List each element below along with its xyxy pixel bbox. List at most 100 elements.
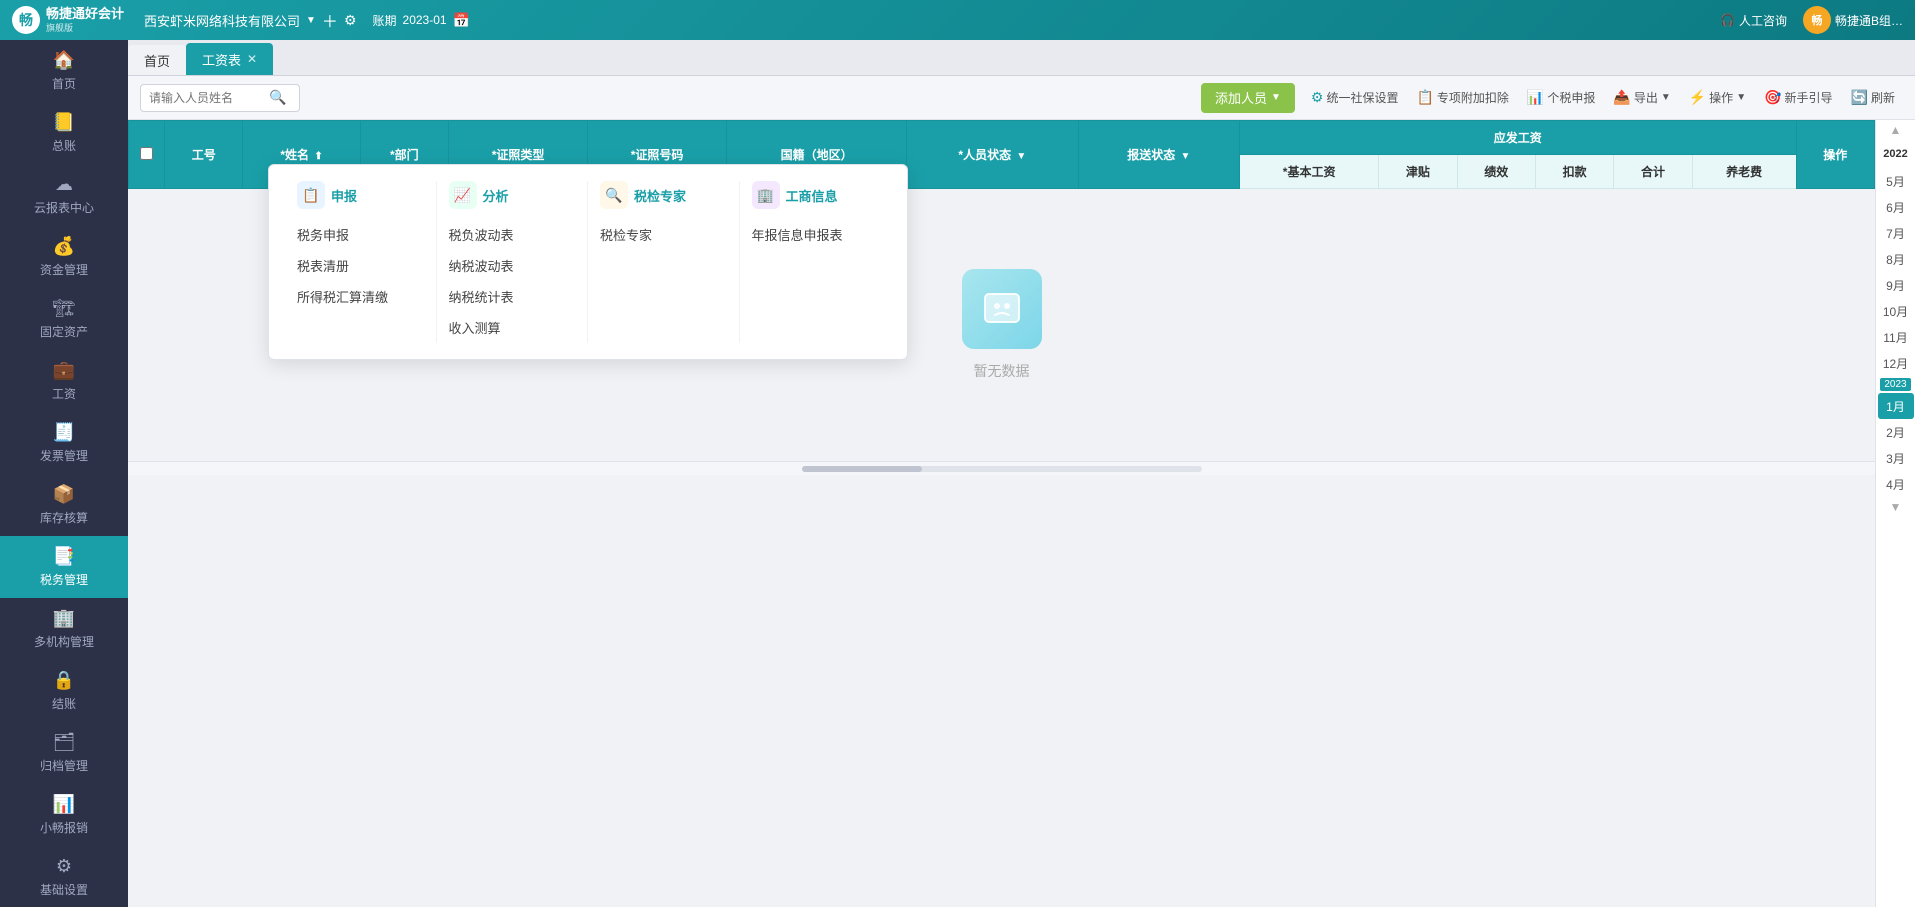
scrollbar-thumb[interactable]	[802, 466, 922, 472]
new-guide-icon: 🎯	[1764, 89, 1781, 106]
month-item-nov[interactable]: 11月	[1878, 324, 1914, 350]
right-panel: ▲ 2022 5月 6月 7月 8月 9月 10月 11月 12月 2023 1…	[1875, 120, 1915, 907]
month-item-aug[interactable]: 8月	[1878, 246, 1914, 272]
search-input[interactable]	[149, 91, 269, 105]
special-deduction-btn[interactable]: 📋 专项附加扣除	[1408, 84, 1516, 112]
dd-item-tax-form[interactable]: 税表清册	[297, 250, 424, 281]
sidebar-item-cloud-report[interactable]: ☁ 云报表中心	[0, 164, 128, 226]
unified-social-label: 统一社保设置	[1326, 89, 1398, 106]
add-person-dropdown-icon: ▼	[1271, 92, 1281, 103]
company-dropdown-arrow[interactable]: ▼	[306, 15, 316, 26]
invoice-icon: 🧾	[53, 422, 75, 443]
service-button[interactable]: 🎧 人工咨询	[1720, 12, 1787, 29]
th-allowance: 津贴	[1379, 155, 1457, 189]
sidebar-label-tax: 税务管理	[40, 571, 88, 588]
tab-bar: 首页 工资表 ✕	[128, 40, 1915, 76]
business-info-section-icon: 🏢	[752, 181, 780, 209]
individual-tax-btn[interactable]: 📊 个税申报	[1519, 84, 1603, 112]
add-person-label: 添加人员	[1215, 88, 1267, 107]
status-filter-icon[interactable]: ▼	[1016, 151, 1026, 162]
operation-label: 操作	[1709, 89, 1733, 106]
unified-social-btn[interactable]: ⚙ 统一社保设置	[1303, 84, 1407, 112]
dd-item-tax-declare[interactable]: 税务申报	[297, 219, 424, 250]
checkbox-all[interactable]	[140, 147, 153, 160]
user-area[interactable]: 畅 畅捷通B组…	[1803, 6, 1903, 34]
horizontal-scrollbar[interactable]	[802, 466, 1202, 472]
sidebar-item-fund[interactable]: 💰 资金管理	[0, 226, 128, 288]
dd-item-income-calc[interactable]: 收入测算	[449, 312, 576, 343]
month-item-apr[interactable]: 4月	[1878, 471, 1914, 497]
sidebar-item-archive[interactable]: 🗂 归档管理	[0, 722, 128, 784]
sidebar-item-invoice[interactable]: 🧾 发票管理	[0, 412, 128, 474]
right-panel-year-2023-badge: 2023	[1880, 378, 1910, 391]
tab-close-icon[interactable]: ✕	[247, 52, 257, 66]
new-guide-btn[interactable]: 🎯 新手引导	[1756, 84, 1840, 112]
month-item-oct[interactable]: 10月	[1878, 298, 1914, 324]
logo-icon: 畅	[12, 6, 40, 34]
month-item-jul[interactable]: 7月	[1878, 220, 1914, 246]
dd-section-analysis: 📈 分析 税负波动表 纳税波动表 纳税统计表 收入测算	[437, 181, 589, 343]
month-item-jan[interactable]: 1月	[1878, 393, 1914, 419]
sidebar-label-multi-org: 多机构管理	[34, 633, 94, 650]
export-btn[interactable]: 📤 导出 ▼	[1605, 84, 1678, 112]
month-item-dec[interactable]: 12月	[1878, 350, 1914, 376]
settings-icon: ⚙	[56, 856, 72, 877]
report-icon: 📊	[53, 794, 75, 815]
add-person-button[interactable]: 添加人员 ▼	[1201, 83, 1295, 113]
th-number: 工号	[165, 121, 243, 189]
month-item-may[interactable]: 5月	[1878, 168, 1914, 194]
dd-item-tax-burden[interactable]: 税负波动表	[449, 219, 576, 250]
sidebar-item-close[interactable]: 🔒 结账	[0, 660, 128, 722]
empty-text: 暂无数据	[974, 361, 1030, 381]
dd-item-tax-payment[interactable]: 纳税波动表	[449, 250, 576, 281]
select-all-checkbox[interactable]	[129, 121, 165, 189]
empty-icon	[962, 269, 1042, 349]
th-salary-group: 应发工资	[1240, 121, 1796, 155]
th-base-salary: *基本工资	[1240, 155, 1379, 189]
add-company-icon[interactable]: ＋	[322, 8, 338, 32]
company-selector[interactable]: 西安虾米网络科技有限公司 ▼ ＋ ⚙	[144, 8, 357, 32]
sidebar-item-ledger[interactable]: 📒 总账	[0, 102, 128, 164]
dd-item-annual-report[interactable]: 年报信息申报表	[752, 219, 880, 250]
company-settings-icon[interactable]: ⚙	[344, 12, 357, 29]
tax-icon: 📑	[53, 546, 75, 567]
sidebar-item-inventory[interactable]: 📦 库存核算	[0, 474, 128, 536]
th-total: 合计	[1614, 155, 1692, 189]
report-status-filter-icon[interactable]: ▼	[1181, 151, 1191, 162]
th-operation: 操作	[1796, 121, 1874, 189]
declare-section-icon: 📋	[297, 181, 325, 209]
tab-home[interactable]: 首页	[128, 45, 186, 75]
operation-btn[interactable]: ⚡ 操作 ▼	[1681, 84, 1754, 112]
right-panel-down-arrow[interactable]: ▼	[1882, 497, 1910, 517]
search-box[interactable]: 🔍	[140, 84, 300, 112]
sidebar-item-report[interactable]: 📊 小畅报销	[0, 784, 128, 846]
sidebar-item-multi-org[interactable]: 🏢 多机构管理	[0, 598, 128, 660]
sidebar-item-fixed-assets[interactable]: 🏗 固定资产	[0, 288, 128, 350]
month-item-mar[interactable]: 3月	[1878, 445, 1914, 471]
top-bar: 畅 畅捷通好会计 旗舰版 西安虾米网络科技有限公司 ▼ ＋ ⚙ 账期 2023-…	[0, 0, 1915, 40]
sidebar-item-tax[interactable]: 📑 税务管理	[0, 536, 128, 598]
main-layout: 🏠 首页 📒 总账 ☁ 云报表中心 💰 资金管理 🏗 固定资产 💼 工资 🧾 发…	[0, 40, 1915, 907]
individual-tax-icon: 📊	[1527, 89, 1544, 106]
month-item-jun[interactable]: 6月	[1878, 194, 1914, 220]
sidebar-item-salary[interactable]: 💼 工资	[0, 350, 128, 412]
refresh-btn[interactable]: 🔄 刷新	[1843, 84, 1903, 112]
th-deduction: 扣款	[1535, 155, 1613, 189]
calendar-icon[interactable]: 📅	[453, 12, 470, 29]
account-period-value: 2023-01	[403, 13, 447, 27]
name-sort-icon[interactable]: ⬆	[314, 151, 322, 162]
dd-item-tax-expert[interactable]: 税检专家	[600, 219, 727, 250]
sidebar-item-home[interactable]: 🏠 首页	[0, 40, 128, 102]
dd-item-income-tax[interactable]: 所得税汇算清缴	[297, 281, 424, 312]
right-panel-up-arrow[interactable]: ▲	[1882, 120, 1910, 140]
sidebar-label-inventory: 库存核算	[40, 509, 88, 526]
month-item-feb[interactable]: 2月	[1878, 419, 1914, 445]
dropdown-menu: 📋 申报 税务申报 税表清册 所得税汇算清缴 📈 分析 税负波动表	[268, 164, 908, 360]
search-icon: 🔍	[269, 89, 286, 106]
sidebar-item-basic-settings[interactable]: ⚙ 基础设置	[0, 846, 128, 907]
th-report-status: 报送状态 ▼	[1078, 121, 1240, 189]
month-item-sep[interactable]: 9月	[1878, 272, 1914, 298]
sidebar-label-ledger: 总账	[52, 137, 76, 154]
dd-item-tax-stats[interactable]: 纳税统计表	[449, 281, 576, 312]
tab-salary[interactable]: 工资表 ✕	[186, 43, 273, 75]
